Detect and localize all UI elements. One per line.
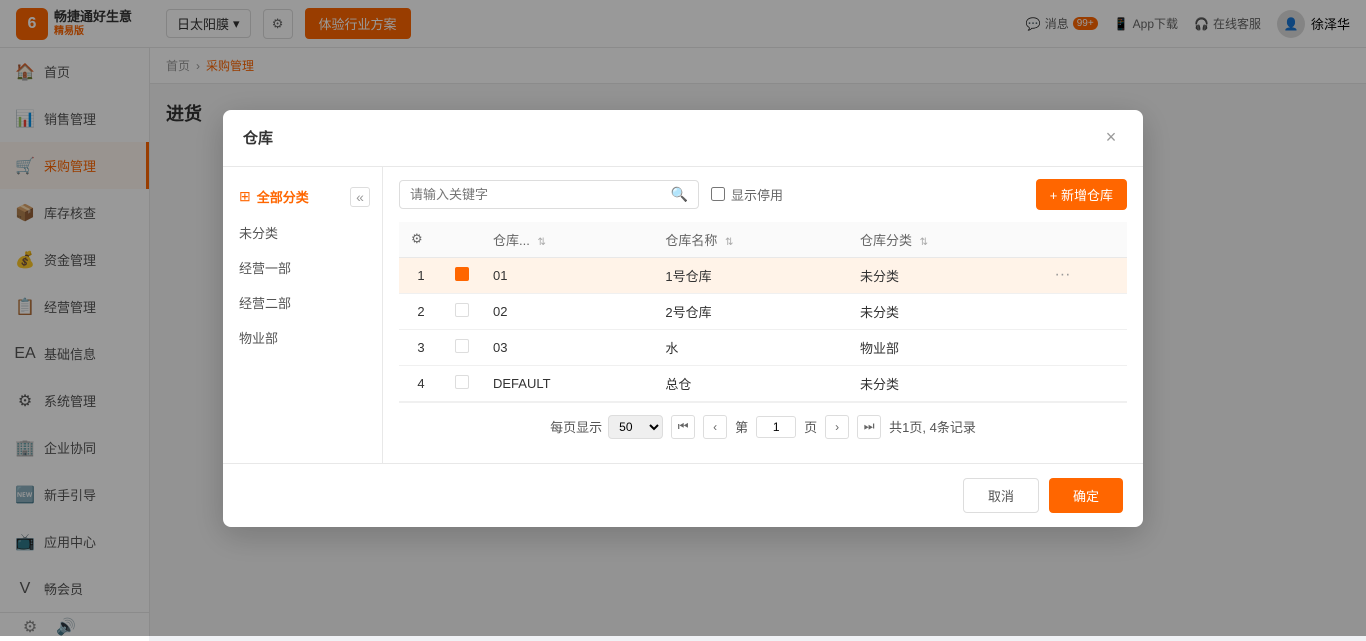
row-code: 01 [481, 257, 653, 293]
table-row[interactable]: 4 DEFAULT 总仓 未分类 [399, 365, 1127, 401]
grid-icon: ⊞ [239, 188, 251, 205]
page-number-input[interactable] [756, 416, 796, 438]
row-num: 1 [399, 257, 443, 293]
row-num: 3 [399, 329, 443, 365]
row-category: 未分类 [848, 257, 1043, 293]
row-checkbox[interactable] [455, 375, 469, 389]
table-row[interactable]: 2 02 2号仓库 未分类 [399, 293, 1127, 329]
category-collapse-button[interactable]: « [350, 187, 370, 207]
search-input[interactable] [410, 187, 671, 202]
col-actions [1042, 222, 1127, 258]
modal-close-button[interactable]: × [1099, 126, 1123, 150]
category-item[interactable]: 物业部 [223, 320, 382, 355]
modal-header: 仓库 × [223, 110, 1143, 167]
per-page-label: 每页显示 [550, 417, 602, 436]
search-icon: 🔍 [671, 186, 688, 203]
row-name: 1号仓库 [653, 257, 848, 293]
prev-page-button[interactable]: ‹ [703, 415, 727, 439]
next-page-button[interactable]: › [825, 415, 849, 439]
modal-content: 🔍 显示停用 + 新增仓库 ⚙ [383, 167, 1143, 463]
col-code: 仓库... ⇅ [481, 222, 653, 258]
modal-title: 仓库 [243, 127, 273, 148]
show-disabled-checkbox[interactable] [711, 187, 725, 201]
per-page-selector: 每页显示 50 10 20 100 [550, 415, 663, 439]
modal-overlay: 仓库 × ⊞ 全部分类 « 未分类经营一部经营二部物业部 🔍 [0, 0, 1366, 636]
row-num: 2 [399, 293, 443, 329]
page-label-prefix: 第 [735, 417, 748, 436]
row-actions [1042, 293, 1127, 329]
last-page-button[interactable]: ⏭ [857, 415, 881, 439]
col-category: 仓库分类 ⇅ [848, 222, 1043, 258]
confirm-button[interactable]: 确定 [1049, 478, 1123, 513]
row-code: 02 [481, 293, 653, 329]
row-name: 2号仓库 [653, 293, 848, 329]
table-row[interactable]: 3 03 水 物业部 [399, 329, 1127, 365]
row-category: 未分类 [848, 365, 1043, 401]
warehouse-table: ⚙ 仓库... ⇅ 仓库名称 ⇅ [399, 222, 1127, 402]
warehouse-modal: 仓库 × ⊞ 全部分类 « 未分类经营一部经营二部物业部 🔍 [223, 110, 1143, 527]
category-sidebar: ⊞ 全部分类 « 未分类经营一部经营二部物业部 [223, 167, 383, 463]
row-checkbox-cell [443, 329, 481, 365]
first-page-button[interactable]: ⏮ [671, 415, 695, 439]
all-category-label[interactable]: 全部分类 [257, 187, 309, 206]
table-row[interactable]: 1 01 1号仓库 未分类 ··· [399, 257, 1127, 293]
add-warehouse-button[interactable]: + 新增仓库 [1036, 179, 1127, 210]
modal-footer: 取消 确定 [223, 463, 1143, 527]
category-item[interactable]: 经营二部 [223, 285, 382, 320]
sort-icon-category: ⇅ [920, 237, 928, 248]
table-header-row: ⚙ 仓库... ⇅ 仓库名称 ⇅ [399, 222, 1127, 258]
row-checkbox-cell [443, 257, 481, 293]
row-actions-button[interactable]: ··· [1054, 266, 1070, 283]
row-checkbox-cell [443, 293, 481, 329]
row-name: 总仓 [653, 365, 848, 401]
row-checkbox-cell [443, 365, 481, 401]
sort-icon-name: ⇅ [725, 237, 733, 248]
page-label-suffix: 页 [804, 417, 817, 436]
row-checkbox[interactable] [455, 303, 469, 317]
row-checkbox[interactable] [455, 267, 469, 281]
row-category: 未分类 [848, 293, 1043, 329]
row-name: 水 [653, 329, 848, 365]
modal-body: ⊞ 全部分类 « 未分类经营一部经营二部物业部 🔍 显示停用 [223, 167, 1143, 463]
modal-search-bar: 🔍 显示停用 + 新增仓库 [399, 179, 1127, 210]
col-check [443, 222, 481, 258]
per-page-select[interactable]: 50 10 20 100 [608, 415, 663, 439]
row-code: 03 [481, 329, 653, 365]
pagination-summary: 共1页, 4条记录 [889, 417, 976, 436]
col-name: 仓库名称 ⇅ [653, 222, 848, 258]
category-item[interactable]: 未分类 [223, 215, 382, 250]
col-gear: ⚙ [399, 222, 443, 258]
row-checkbox[interactable] [455, 339, 469, 353]
sort-icon-code: ⇅ [537, 237, 545, 248]
row-code: DEFAULT [481, 365, 653, 401]
show-disabled-label: 显示停用 [711, 185, 783, 204]
category-item[interactable]: 经营一部 [223, 250, 382, 285]
pagination: 每页显示 50 10 20 100 ⏮ ‹ 第 页 › ⏭ [399, 402, 1127, 451]
row-category: 物业部 [848, 329, 1043, 365]
row-actions: ··· [1042, 257, 1127, 293]
cancel-button[interactable]: 取消 [963, 478, 1039, 513]
row-actions [1042, 365, 1127, 401]
search-input-wrap: 🔍 [399, 180, 699, 209]
row-num: 4 [399, 365, 443, 401]
row-actions [1042, 329, 1127, 365]
